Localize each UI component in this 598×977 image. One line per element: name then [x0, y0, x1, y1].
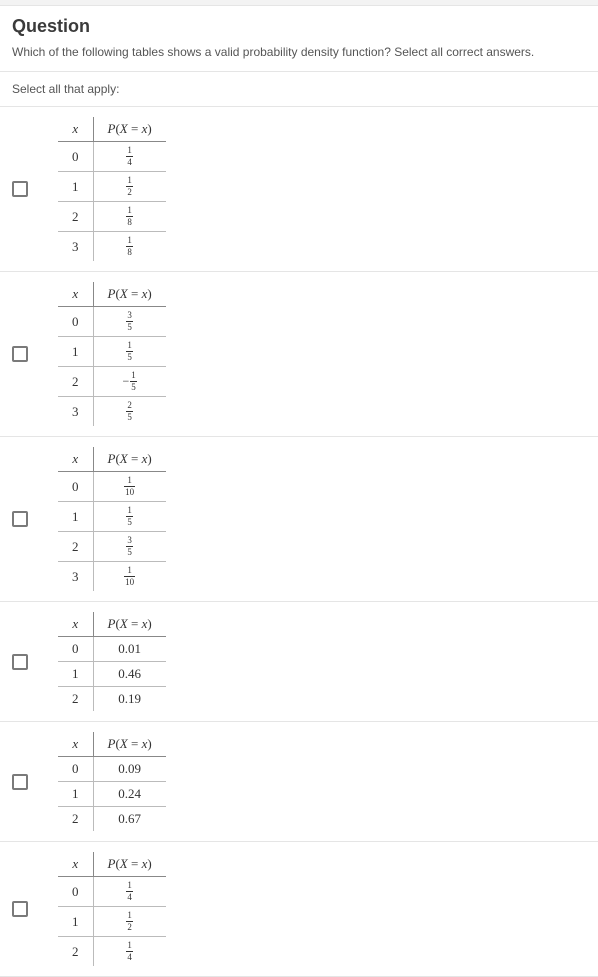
column-header-px: P(X = x): [93, 447, 166, 472]
cell-x: 1: [58, 337, 93, 367]
cell-px: 35: [93, 532, 166, 562]
table-row: 112: [58, 907, 166, 937]
table-row: 00.01: [58, 637, 166, 662]
cell-x: 3: [58, 397, 93, 427]
cell-px: 14: [93, 142, 166, 172]
option-checkbox[interactable]: [12, 511, 28, 527]
option-row[interactable]: xP(X = x)00.0110.4620.19: [0, 602, 598, 722]
table-row: 014: [58, 877, 166, 907]
cell-px: 14: [93, 937, 166, 967]
table-row: 2−15: [58, 367, 166, 397]
column-header-x: x: [58, 447, 93, 472]
column-header-x: x: [58, 852, 93, 877]
table-row: 035: [58, 307, 166, 337]
option-row[interactable]: xP(X = x)014112214: [0, 842, 598, 977]
cell-px: 0.46: [93, 662, 166, 687]
cell-x: 2: [58, 807, 93, 832]
cell-x: 0: [58, 637, 93, 662]
cell-px: −15: [93, 367, 166, 397]
probability-table: xP(X = x)0351152−15325: [58, 282, 166, 426]
cell-x: 0: [58, 757, 93, 782]
options-list: xP(X = x)014112218318xP(X = x)0351152−15…: [0, 107, 598, 977]
table-row: 3110: [58, 562, 166, 592]
cell-px: 0.24: [93, 782, 166, 807]
option-checkbox[interactable]: [12, 346, 28, 362]
cell-px: 25: [93, 397, 166, 427]
cell-px: 0.67: [93, 807, 166, 832]
probability-table: xP(X = x)00.0910.2420.67: [58, 732, 166, 831]
probability-table: xP(X = x)014112214: [58, 852, 166, 966]
option-row[interactable]: xP(X = x)0351152−15325: [0, 272, 598, 437]
question-title: Question: [12, 16, 586, 37]
cell-x: 3: [58, 562, 93, 592]
option-row[interactable]: xP(X = x)014112218318: [0, 107, 598, 272]
cell-x: 1: [58, 662, 93, 687]
option-row[interactable]: xP(X = x)00.0910.2420.67: [0, 722, 598, 842]
cell-px: 14: [93, 877, 166, 907]
table-row: 10.46: [58, 662, 166, 687]
column-header-px: P(X = x): [93, 117, 166, 142]
question-prompt: Which of the following tables shows a va…: [12, 45, 586, 59]
column-header-x: x: [58, 282, 93, 307]
cell-px: 110: [93, 562, 166, 592]
table-row: 0110: [58, 472, 166, 502]
table-row: 214: [58, 937, 166, 967]
probability-table: xP(X = x)014112218318: [58, 117, 166, 261]
column-header-x: x: [58, 117, 93, 142]
cell-px: 0.19: [93, 687, 166, 712]
cell-px: 18: [93, 232, 166, 262]
option-checkbox[interactable]: [12, 901, 28, 917]
cell-px: 35: [93, 307, 166, 337]
question-header: Question Which of the following tables s…: [0, 6, 598, 72]
cell-x: 3: [58, 232, 93, 262]
table-row: 10.24: [58, 782, 166, 807]
table-row: 00.09: [58, 757, 166, 782]
option-row[interactable]: xP(X = x)01101152353110: [0, 437, 598, 602]
cell-px: 0.01: [93, 637, 166, 662]
cell-px: 12: [93, 172, 166, 202]
table-row: 112: [58, 172, 166, 202]
column-header-px: P(X = x): [93, 282, 166, 307]
option-checkbox[interactable]: [12, 181, 28, 197]
cell-x: 1: [58, 782, 93, 807]
table-row: 235: [58, 532, 166, 562]
cell-x: 2: [58, 937, 93, 967]
cell-x: 2: [58, 687, 93, 712]
column-header-px: P(X = x): [93, 612, 166, 637]
probability-table: xP(X = x)00.0110.4620.19: [58, 612, 166, 711]
cell-x: 0: [58, 142, 93, 172]
table-row: 115: [58, 337, 166, 367]
cell-x: 1: [58, 502, 93, 532]
cell-x: 0: [58, 307, 93, 337]
cell-px: 15: [93, 502, 166, 532]
table-row: 325: [58, 397, 166, 427]
table-row: 318: [58, 232, 166, 262]
cell-px: 110: [93, 472, 166, 502]
probability-table: xP(X = x)01101152353110: [58, 447, 166, 591]
option-checkbox[interactable]: [12, 774, 28, 790]
cell-px: 15: [93, 337, 166, 367]
cell-x: 0: [58, 877, 93, 907]
cell-x: 2: [58, 202, 93, 232]
column-header-x: x: [58, 732, 93, 757]
cell-x: 2: [58, 367, 93, 397]
select-all-instruction: Select all that apply:: [0, 72, 598, 107]
cell-x: 2: [58, 532, 93, 562]
table-row: 20.67: [58, 807, 166, 832]
cell-px: 18: [93, 202, 166, 232]
column-header-px: P(X = x): [93, 852, 166, 877]
cell-x: 1: [58, 907, 93, 937]
column-header-px: P(X = x): [93, 732, 166, 757]
table-row: 20.19: [58, 687, 166, 712]
cell-x: 1: [58, 172, 93, 202]
table-row: 014: [58, 142, 166, 172]
cell-px: 0.09: [93, 757, 166, 782]
column-header-x: x: [58, 612, 93, 637]
cell-px: 12: [93, 907, 166, 937]
table-row: 218: [58, 202, 166, 232]
option-checkbox[interactable]: [12, 654, 28, 670]
table-row: 115: [58, 502, 166, 532]
cell-x: 0: [58, 472, 93, 502]
